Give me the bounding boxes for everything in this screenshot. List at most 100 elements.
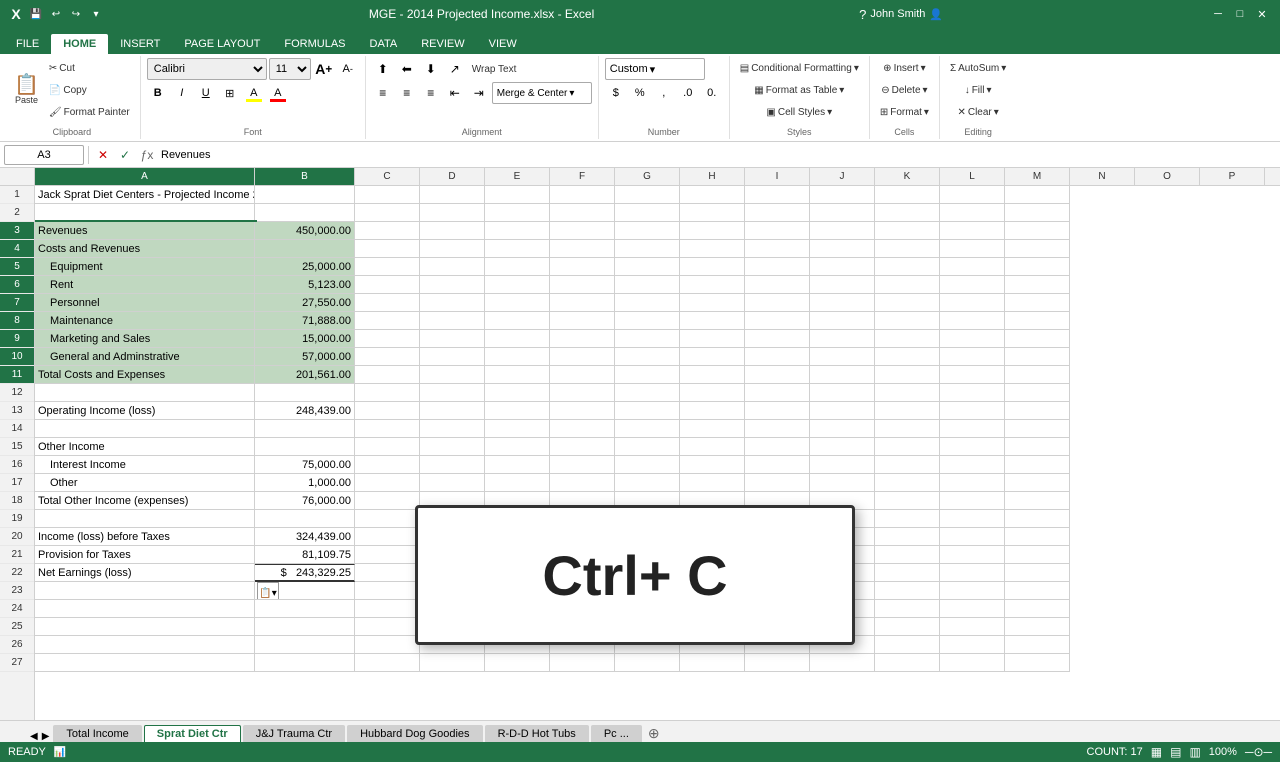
cell-D10[interactable] [420, 348, 485, 366]
cell-K10[interactable] [875, 348, 940, 366]
font-color-button[interactable]: A [267, 82, 289, 104]
cell-E7[interactable] [485, 294, 550, 312]
cell-J5[interactable] [810, 258, 875, 276]
cell-L11[interactable] [940, 366, 1005, 384]
cell-F3[interactable] [550, 222, 615, 240]
tab-insert[interactable]: INSERT [108, 34, 172, 54]
cell-L23[interactable] [940, 582, 1005, 600]
cell-G11[interactable] [615, 366, 680, 384]
cell-C20[interactable] [355, 528, 420, 546]
cell-B23[interactable]: 📋▾ [255, 582, 355, 600]
cell-D1[interactable] [420, 186, 485, 204]
cell-G5[interactable] [615, 258, 680, 276]
row-num-15[interactable]: 15 [0, 438, 34, 456]
cell-A1[interactable]: Jack Sprat Diet Centers - Projected Inco… [35, 186, 255, 204]
cell-I8[interactable] [745, 312, 810, 330]
cell-J13[interactable] [810, 402, 875, 420]
cell-C14[interactable] [355, 420, 420, 438]
minimize-button[interactable]: ─ [1208, 4, 1228, 24]
confirm-formula-icon[interactable]: ✓ [115, 145, 135, 165]
cell-B2[interactable] [255, 204, 355, 222]
cell-K1[interactable] [875, 186, 940, 204]
cell-G16[interactable] [615, 456, 680, 474]
cell-L18[interactable] [940, 492, 1005, 510]
cell-B11[interactable]: 201,561.00 [255, 366, 355, 384]
cell-M25[interactable] [1005, 618, 1070, 636]
cell-L14[interactable] [940, 420, 1005, 438]
view-normal-icon[interactable]: ▦ [1151, 745, 1162, 759]
cell-G27[interactable] [615, 654, 680, 672]
row-num-12[interactable]: 12 [0, 384, 34, 402]
cell-C3[interactable] [355, 222, 420, 240]
cell-A25[interactable] [35, 618, 255, 636]
cell-C2[interactable] [355, 204, 420, 222]
cell-L10[interactable] [940, 348, 1005, 366]
cell-H4[interactable] [680, 240, 745, 258]
cell-M22[interactable] [1005, 564, 1070, 582]
cell-K4[interactable] [875, 240, 940, 258]
cell-B9[interactable]: 15,000.00 [255, 330, 355, 348]
formula-input[interactable]: Revenues [161, 145, 1276, 165]
cell-C7[interactable] [355, 294, 420, 312]
cell-K8[interactable] [875, 312, 940, 330]
conditional-formatting-button[interactable]: ▤ Conditional Formatting ▾ [736, 58, 863, 78]
cell-L13[interactable] [940, 402, 1005, 420]
customize-qat-icon[interactable]: ▾ [88, 6, 104, 22]
cell-C6[interactable] [355, 276, 420, 294]
cell-G10[interactable] [615, 348, 680, 366]
sheet-tab-hubbard-dog-goodies[interactable]: Hubbard Dog Goodies [347, 725, 482, 742]
tab-review[interactable]: REVIEW [409, 34, 476, 54]
cancel-formula-icon[interactable]: ✕ [93, 145, 113, 165]
cell-C19[interactable] [355, 510, 420, 528]
align-middle-button[interactable]: ⬅ [396, 58, 418, 80]
row-num-3[interactable]: 3 [0, 222, 34, 240]
row-num-8[interactable]: 8 [0, 312, 34, 330]
cell-A6[interactable]: Rent [35, 276, 255, 294]
row-num-22[interactable]: 22 [0, 564, 34, 582]
cell-H15[interactable] [680, 438, 745, 456]
insert-button[interactable]: ⊕ Insert ▾ [879, 58, 929, 78]
cell-I4[interactable] [745, 240, 810, 258]
cell-L8[interactable] [940, 312, 1005, 330]
redo-icon[interactable]: ↪ [68, 6, 84, 22]
row-num-17[interactable]: 17 [0, 474, 34, 492]
col-header-N[interactable]: N [1070, 168, 1135, 185]
italic-button[interactable]: I [171, 82, 193, 104]
cell-C5[interactable] [355, 258, 420, 276]
cell-F15[interactable] [550, 438, 615, 456]
cell-J3[interactable] [810, 222, 875, 240]
comma-button[interactable]: , [653, 82, 675, 104]
view-page-break-icon[interactable]: ▥ [1189, 745, 1200, 759]
increase-indent-button[interactable]: ⇥ [468, 82, 490, 104]
cell-A16[interactable]: Interest Income [35, 456, 255, 474]
cell-G2[interactable] [615, 204, 680, 222]
cell-A11[interactable]: Total Costs and Expenses [35, 366, 255, 384]
cell-E8[interactable] [485, 312, 550, 330]
cell-C15[interactable] [355, 438, 420, 456]
cell-K16[interactable] [875, 456, 940, 474]
cell-A21[interactable]: Provision for Taxes [35, 546, 255, 564]
cell-B4[interactable] [255, 240, 355, 258]
cell-L26[interactable] [940, 636, 1005, 654]
cell-K5[interactable] [875, 258, 940, 276]
cell-D14[interactable] [420, 420, 485, 438]
cell-J17[interactable] [810, 474, 875, 492]
col-header-L[interactable]: L [940, 168, 1005, 185]
cell-E10[interactable] [485, 348, 550, 366]
cell-K9[interactable] [875, 330, 940, 348]
cell-F10[interactable] [550, 348, 615, 366]
cell-B14[interactable] [255, 420, 355, 438]
cell-L24[interactable] [940, 600, 1005, 618]
cell-I2[interactable] [745, 204, 810, 222]
cell-B27[interactable] [255, 654, 355, 672]
clear-button[interactable]: ✕ Clear ▾ [953, 102, 1002, 122]
cell-K3[interactable] [875, 222, 940, 240]
cell-H12[interactable] [680, 384, 745, 402]
cell-C18[interactable] [355, 492, 420, 510]
cell-K11[interactable] [875, 366, 940, 384]
row-num-9[interactable]: 9 [0, 330, 34, 348]
cell-F4[interactable] [550, 240, 615, 258]
cell-F16[interactable] [550, 456, 615, 474]
cell-H16[interactable] [680, 456, 745, 474]
cell-I27[interactable] [745, 654, 810, 672]
